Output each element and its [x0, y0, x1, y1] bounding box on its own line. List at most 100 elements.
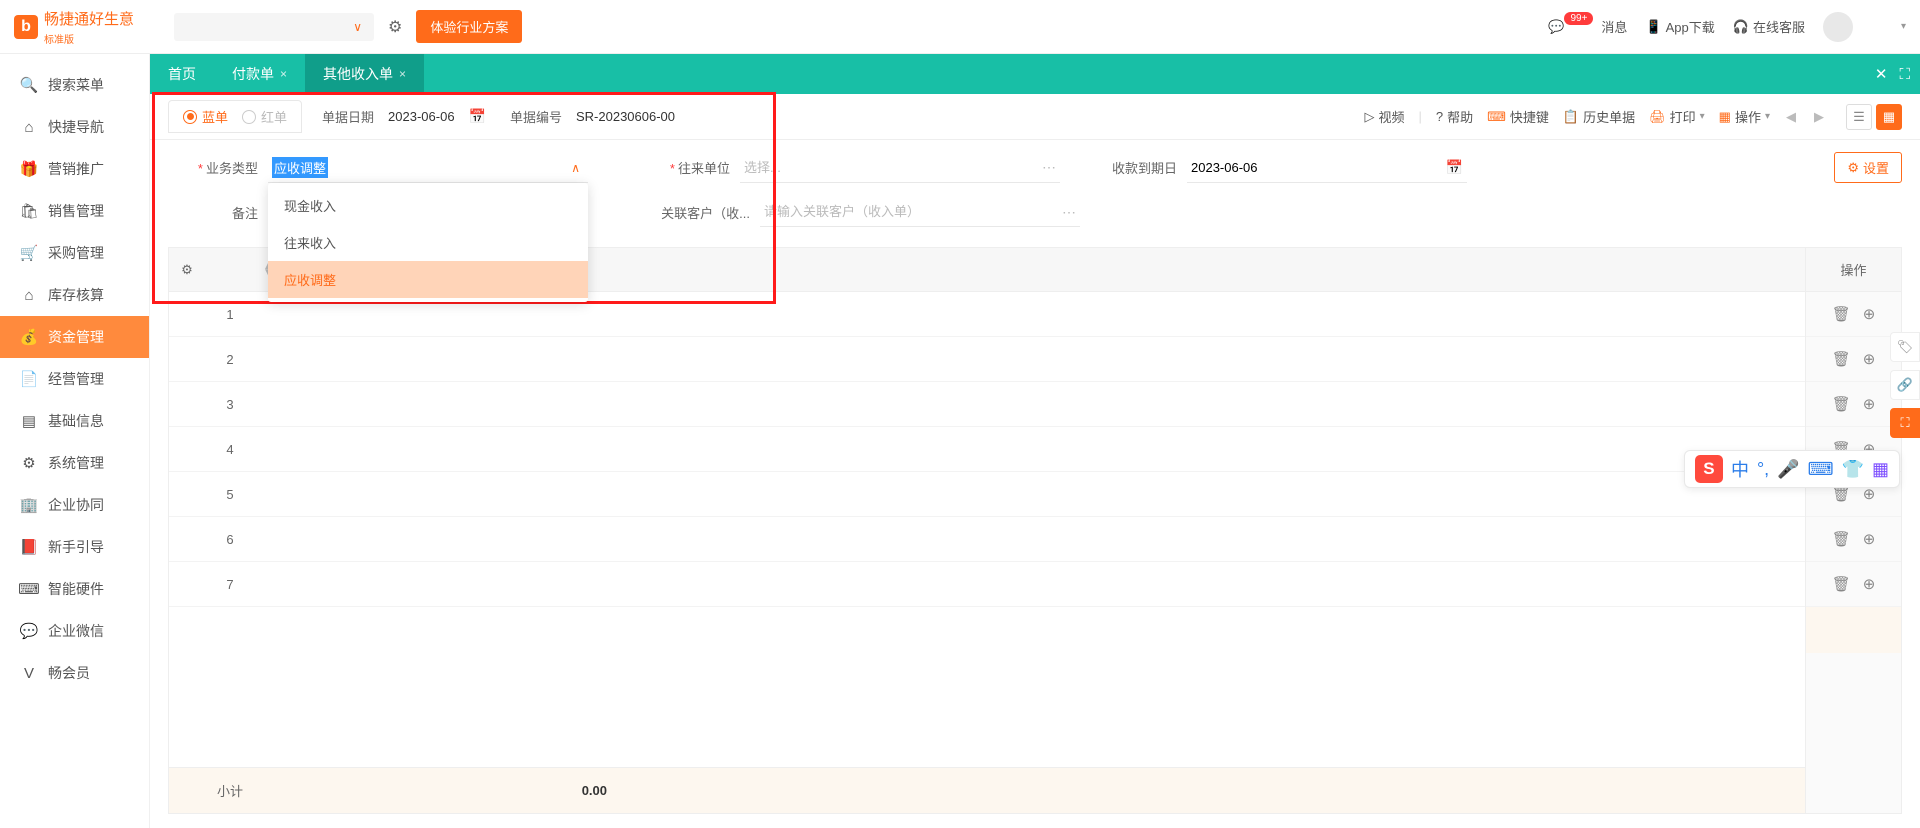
sidebar-icon: 📄: [20, 370, 38, 388]
header-right: 💬 99+ 消息 📱 App下载 🎧 在线客服 ▾: [1548, 12, 1906, 42]
help-button[interactable]: ?帮助: [1436, 107, 1473, 126]
video-button[interactable]: ▷视频: [1364, 107, 1404, 126]
more-icon[interactable]: ⋯: [1042, 159, 1056, 176]
table-row[interactable]: 4: [169, 427, 1805, 472]
ime-grid-icon[interactable]: ▦: [1872, 459, 1889, 480]
settings-button[interactable]: ⚙ 设置: [1834, 152, 1902, 183]
due-date-input[interactable]: [1187, 153, 1467, 183]
print-icon: 🖨: [1649, 109, 1666, 125]
user-menu[interactable]: ▾: [1823, 12, 1906, 42]
close-all-tabs-icon[interactable]: ✕: [1875, 65, 1888, 83]
table-row[interactable]: 7: [169, 562, 1805, 607]
radio-red-doc[interactable]: 红单: [242, 107, 287, 126]
expand-icon[interactable]: ⛶: [1890, 408, 1920, 438]
online-service-button[interactable]: 🎧 在线客服: [1733, 17, 1805, 36]
fullscreen-icon[interactable]: ⛶: [1899, 66, 1910, 83]
sidebar-item-10[interactable]: 🏢企业协同: [0, 484, 149, 526]
tab-1[interactable]: 付款单 ×: [214, 54, 305, 94]
delete-icon[interactable]: 🗑: [1832, 350, 1851, 368]
unit-input[interactable]: [740, 153, 1060, 183]
biz-type-dropdown: 现金收入往来收入应收调整: [268, 183, 588, 302]
messages-button[interactable]: 💬 99+ 消息: [1548, 17, 1627, 36]
radio-blue-doc[interactable]: 蓝单: [183, 107, 228, 126]
chevron-down-icon: ▾: [1765, 111, 1770, 122]
biz-type-value: 应收调整: [272, 157, 328, 178]
ime-skin-icon[interactable]: 👕: [1842, 459, 1864, 480]
row-index: 6: [205, 532, 255, 547]
dropdown-item-0[interactable]: 现金收入: [268, 187, 588, 224]
table-row[interactable]: 2: [169, 337, 1805, 382]
copy-icon[interactable]: ⊕: [1863, 530, 1876, 548]
delete-icon[interactable]: 🗑: [1832, 305, 1851, 323]
print-button[interactable]: 🖨打印▾: [1649, 107, 1705, 126]
delete-icon[interactable]: 🗑: [1832, 395, 1851, 413]
prev-doc-icon[interactable]: ◀: [1784, 109, 1798, 125]
biz-type-field: *业务类型 应收调整 ∧ 现金收入往来收入应收调整: [168, 153, 588, 183]
sidebar-item-4[interactable]: 🛒采购管理: [0, 232, 149, 274]
copy-icon[interactable]: ⊕: [1863, 305, 1876, 323]
table-footer: 小计 0.00: [169, 767, 1805, 813]
sidebar-item-11[interactable]: 📕新手引导: [0, 526, 149, 568]
related-customer-field: 关联客户（收... ⋯: [640, 197, 1080, 227]
doc-type-radio-group: 蓝单 红单: [168, 100, 302, 133]
sidebar-icon: ⌨: [20, 580, 38, 598]
ime-lang-button[interactable]: 中: [1731, 456, 1749, 482]
tab-2[interactable]: 其他收入单×: [305, 54, 424, 94]
list-view-button[interactable]: ☰: [1846, 104, 1872, 130]
history-button[interactable]: 📋历史单据: [1563, 107, 1635, 126]
card-view-button[interactable]: ▦: [1876, 104, 1902, 130]
close-icon[interactable]: ×: [280, 67, 287, 81]
radio-dot-icon: [183, 110, 197, 124]
tab-bar-right: ✕ ⛶: [1875, 54, 1920, 94]
sidebar-item-3[interactable]: 🛍销售管理: [0, 190, 149, 232]
more-icon[interactable]: ⋯: [1062, 204, 1076, 221]
ime-mic-icon[interactable]: 🎤: [1777, 459, 1799, 480]
experience-button[interactable]: 体验行业方案: [416, 10, 522, 43]
calendar-icon[interactable]: 📅: [1446, 159, 1463, 176]
calendar-icon[interactable]: 📅: [469, 108, 486, 125]
sidebar-item-2[interactable]: 🎁营销推广: [0, 148, 149, 190]
tab-0[interactable]: 首页: [150, 54, 214, 94]
sidebar-item-8[interactable]: ▤基础信息: [0, 400, 149, 442]
copy-icon[interactable]: ⊕: [1863, 350, 1876, 368]
sidebar-item-7[interactable]: 📄经营管理: [0, 358, 149, 400]
next-doc-icon[interactable]: ▶: [1812, 109, 1826, 125]
doc-date-value[interactable]: 2023-06-06: [388, 109, 455, 124]
copy-icon[interactable]: ⊕: [1863, 395, 1876, 413]
sidebar-item-0[interactable]: 🔍搜索菜单: [0, 64, 149, 106]
tag-icon[interactable]: 🏷: [1890, 332, 1920, 362]
unit-field: *往来单位 ⋯: [640, 153, 1060, 183]
sidebar-item-9[interactable]: ⚙系统管理: [0, 442, 149, 484]
delete-icon[interactable]: 🗑: [1832, 530, 1851, 548]
table-row[interactable]: 6: [169, 517, 1805, 562]
copy-icon[interactable]: ⊕: [1863, 575, 1876, 593]
tab-label: 付款单: [232, 64, 274, 84]
delete-icon[interactable]: 🗑: [1832, 575, 1851, 593]
dropdown-item-1[interactable]: 往来收入: [268, 224, 588, 261]
sidebar-item-6[interactable]: 💰资金管理: [0, 316, 149, 358]
sidebar-item-14[interactable]: V畅会员: [0, 652, 149, 694]
related-customer-input[interactable]: [760, 197, 1080, 227]
ime-logo-icon[interactable]: S: [1695, 455, 1723, 483]
biz-type-select[interactable]: 应收调整: [268, 153, 588, 183]
table-row[interactable]: 5: [169, 472, 1805, 517]
sidebar-icon: V: [20, 664, 38, 682]
link-icon[interactable]: 🔗: [1890, 370, 1920, 400]
shortcut-button[interactable]: ⌨快捷键: [1487, 107, 1549, 126]
ime-keyboard-icon[interactable]: ⌨: [1808, 459, 1834, 480]
gear-icon[interactable]: ⚙: [388, 17, 402, 37]
table-settings-icon[interactable]: ⚙: [169, 262, 205, 278]
ime-punct-icon[interactable]: °,: [1757, 459, 1769, 480]
company-selector[interactable]: ∨: [174, 13, 374, 41]
gear-icon: ⚙: [1847, 160, 1859, 176]
sidebar-item-13[interactable]: 💬企业微信: [0, 610, 149, 652]
sidebar-item-1[interactable]: ⌂快捷导航: [0, 106, 149, 148]
sidebar-item-12[interactable]: ⌨智能硬件: [0, 568, 149, 610]
table-row[interactable]: 3: [169, 382, 1805, 427]
close-icon[interactable]: ×: [399, 67, 406, 81]
dropdown-item-2[interactable]: 应收调整: [268, 261, 588, 298]
app-download-button[interactable]: 📱 App下载: [1645, 17, 1714, 36]
operate-button[interactable]: ▦操作▾: [1719, 107, 1770, 126]
sidebar-item-5[interactable]: ⌂库存核算: [0, 274, 149, 316]
chevron-up-icon[interactable]: ∧: [571, 161, 580, 175]
